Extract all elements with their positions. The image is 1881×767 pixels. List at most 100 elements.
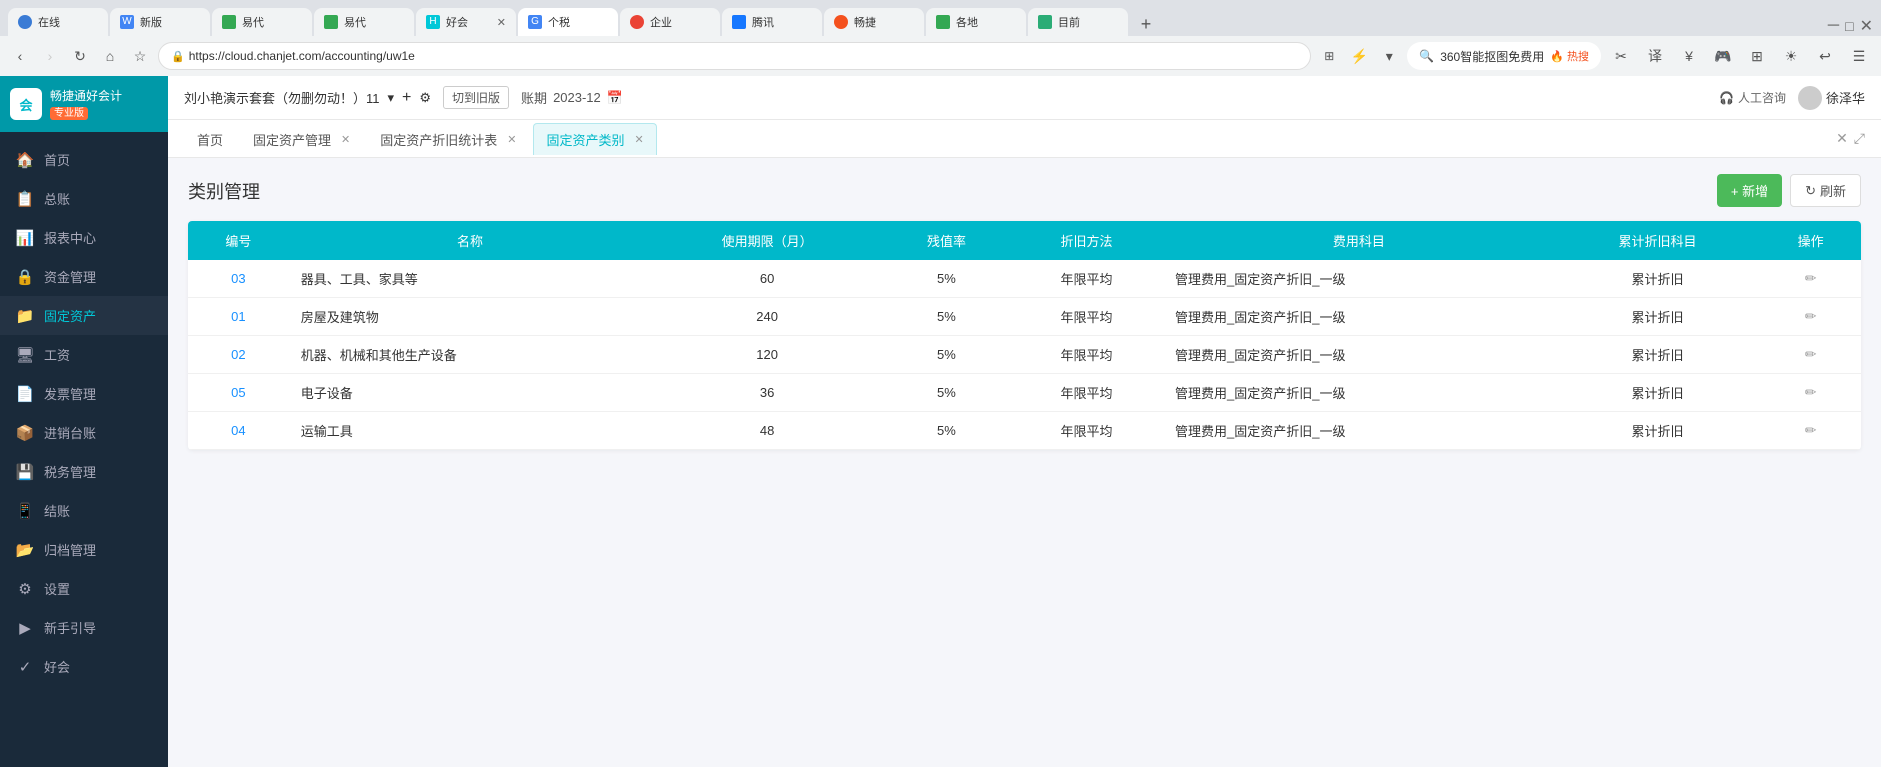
site-info-btn[interactable]: ⊞: [1317, 44, 1341, 68]
td-action-3[interactable]: ✏: [1760, 374, 1861, 412]
forward-btn[interactable]: ›: [38, 44, 62, 68]
calendar-icon[interactable]: 📅: [607, 90, 623, 106]
td-accum-3: 累计折旧: [1555, 374, 1760, 412]
reload-btn[interactable]: ↻: [68, 44, 92, 68]
browser-tab-zaixin[interactable]: 在线: [8, 8, 108, 36]
sidebar-item-purchase[interactable]: 📦 进销台账: [0, 413, 168, 452]
scissors-btn[interactable]: ✂: [1607, 42, 1635, 70]
tab-close-assets-depr[interactable]: ✕: [507, 133, 516, 146]
sidebar-item-home[interactable]: 🏠 首页: [0, 140, 168, 179]
td-period-1: 240: [651, 298, 883, 336]
tab-assets-depr[interactable]: 固定资产折旧统计表 ✕: [367, 123, 529, 155]
browser-tab-yidai1[interactable]: 易代: [212, 8, 312, 36]
sidebar-label-tax: 税务管理: [44, 462, 96, 481]
switch-version-btn[interactable]: 切到旧版: [443, 86, 509, 109]
sidebar-item-checkout[interactable]: 📱 结账: [0, 491, 168, 530]
browser-tab-qiye[interactable]: 企业: [620, 8, 720, 36]
browser-tab-xinban[interactable]: W 新版: [110, 8, 210, 36]
refresh-icon: ↻: [1805, 183, 1816, 199]
home-btn[interactable]: ⌂: [98, 44, 122, 68]
sidebar-item-archive[interactable]: 📂 归档管理: [0, 530, 168, 569]
sun-btn[interactable]: ☀: [1777, 42, 1805, 70]
logo-text: 畅捷通好会计: [50, 89, 122, 105]
sidebar-item-reports[interactable]: 📊 报表中心: [0, 218, 168, 257]
td-action-1[interactable]: ✏: [1760, 298, 1861, 336]
edit-icon-2[interactable]: ✏: [1805, 346, 1817, 362]
tab-close-assets-mgmt[interactable]: ✕: [341, 133, 350, 146]
wallet-btn[interactable]: ¥: [1675, 42, 1703, 70]
star-btn[interactable]: ☆: [128, 44, 152, 68]
sidebar-item-guide[interactable]: ▶ 新手引导: [0, 608, 168, 647]
tab-assets-category[interactable]: 固定资产类别 ✕: [533, 123, 656, 155]
browser-tab-changjie[interactable]: 畅捷: [824, 8, 924, 36]
account-add-icon[interactable]: +: [402, 89, 411, 107]
td-action-2[interactable]: ✏: [1760, 336, 1861, 374]
sidebar-item-settings[interactable]: ⚙ 设置: [0, 569, 168, 608]
sidebar-label-guide: 新手引导: [44, 618, 96, 637]
menu-btn[interactable]: ☰: [1845, 42, 1873, 70]
edit-icon-4[interactable]: ✏: [1805, 422, 1817, 438]
th-period: 使用期限（月）: [651, 221, 883, 260]
lightning-btn[interactable]: ⚡: [1347, 44, 1371, 68]
game-btn[interactable]: 🎮: [1709, 42, 1737, 70]
td-action-0[interactable]: ✏: [1760, 260, 1861, 298]
tab-close-haohui[interactable]: ✕: [497, 16, 506, 29]
td-method-3: 年限平均: [1010, 374, 1163, 412]
sidebar-item-funds[interactable]: 🔒 资金管理: [0, 257, 168, 296]
sidebar-item-fixed-assets[interactable]: 📁 固定资产: [0, 296, 168, 335]
td-expense-0: 管理费用_固定资产折旧_一级: [1163, 260, 1555, 298]
page-title-bar: 类别管理 + 新增 ↻ 刷新: [188, 174, 1861, 207]
minimize-btn[interactable]: ─: [1828, 17, 1839, 35]
edit-icon-0[interactable]: ✏: [1805, 270, 1817, 286]
browser-tab-yidai2[interactable]: 易代: [314, 8, 414, 36]
tab-assets-mgmt[interactable]: 固定资产管理 ✕: [240, 123, 363, 155]
user-info[interactable]: 徐泽华: [1798, 86, 1865, 110]
sidebar-item-haohui[interactable]: ✓ 好会: [0, 647, 168, 686]
sidebar-item-ledger[interactable]: 📋 总账: [0, 179, 168, 218]
refresh-btn[interactable]: ↻ 刷新: [1790, 174, 1861, 207]
address-input[interactable]: 🔒 https://cloud.chanjet.com/accounting/u…: [158, 42, 1311, 70]
browser-tab-muqian[interactable]: 目前: [1028, 8, 1128, 36]
back-btn[interactable]: ‹: [8, 44, 32, 68]
tab-home[interactable]: 首页: [184, 123, 236, 155]
close-btn[interactable]: ✕: [1860, 16, 1873, 36]
service-btn[interactable]: 🎧 人工咨询: [1719, 89, 1786, 106]
browser-tab-haohui[interactable]: H 好会 ✕: [416, 8, 516, 36]
td-accum-1: 累计折旧: [1555, 298, 1760, 336]
dropdown-btn[interactable]: ▾: [1377, 44, 1401, 68]
tab-nav-expand-btn[interactable]: ⤢: [1854, 130, 1865, 147]
maximize-btn[interactable]: □: [1845, 18, 1853, 34]
td-residual-0: 5%: [883, 260, 1010, 298]
edit-icon-1[interactable]: ✏: [1805, 308, 1817, 324]
search-box[interactable]: 🔍 360智能抠图免费用 🔥 热搜: [1407, 42, 1601, 70]
sidebar-item-salary[interactable]: 🖥 工资: [0, 335, 168, 374]
browser-chrome: 在线 W 新版 易代 易代 H 好会 ✕ G 个税 企业 腾讯: [0, 0, 1881, 76]
td-residual-4: 5%: [883, 412, 1010, 450]
translate-btn[interactable]: 译: [1641, 42, 1669, 70]
th-code: 编号: [188, 221, 289, 260]
sidebar-label-archive: 归档管理: [44, 540, 96, 559]
period-info: 账期 2023-12 📅: [521, 88, 623, 107]
tab-nav-close-btn[interactable]: ✕: [1836, 130, 1848, 147]
tab-home-label: 首页: [197, 130, 223, 149]
grid-btn[interactable]: ⊞: [1743, 42, 1771, 70]
tab-close-assets-category[interactable]: ✕: [635, 133, 644, 146]
sidebar-item-invoice[interactable]: 📄 发票管理: [0, 374, 168, 413]
account-settings-icon[interactable]: ⚙: [419, 90, 431, 106]
sidebar-label-haohui: 好会: [44, 657, 70, 676]
browser-tab-tengxun[interactable]: 腾讯: [722, 8, 822, 36]
browser-tab-gedi[interactable]: 各地: [926, 8, 1026, 36]
account-dropdown-icon[interactable]: ▾: [388, 90, 395, 106]
service-label: 人工咨询: [1738, 89, 1786, 106]
edit-icon-3[interactable]: ✏: [1805, 384, 1817, 400]
sidebar-item-tax[interactable]: 💾 税务管理: [0, 452, 168, 491]
add-btn[interactable]: + 新增: [1717, 174, 1782, 207]
browser-tab-geshuiv[interactable]: G 个税: [518, 8, 618, 36]
table-row: 03 器具、工具、家具等 60 5% 年限平均 管理费用_固定资产折旧_一级 累…: [188, 260, 1861, 298]
td-action-4[interactable]: ✏: [1760, 412, 1861, 450]
undo-btn[interactable]: ↩: [1811, 42, 1839, 70]
td-expense-2: 管理费用_固定资产折旧_一级: [1163, 336, 1555, 374]
new-tab-btn[interactable]: +: [1134, 12, 1158, 36]
td-code-0: 03: [188, 260, 289, 298]
table-row: 01 房屋及建筑物 240 5% 年限平均 管理费用_固定资产折旧_一级 累计折…: [188, 298, 1861, 336]
